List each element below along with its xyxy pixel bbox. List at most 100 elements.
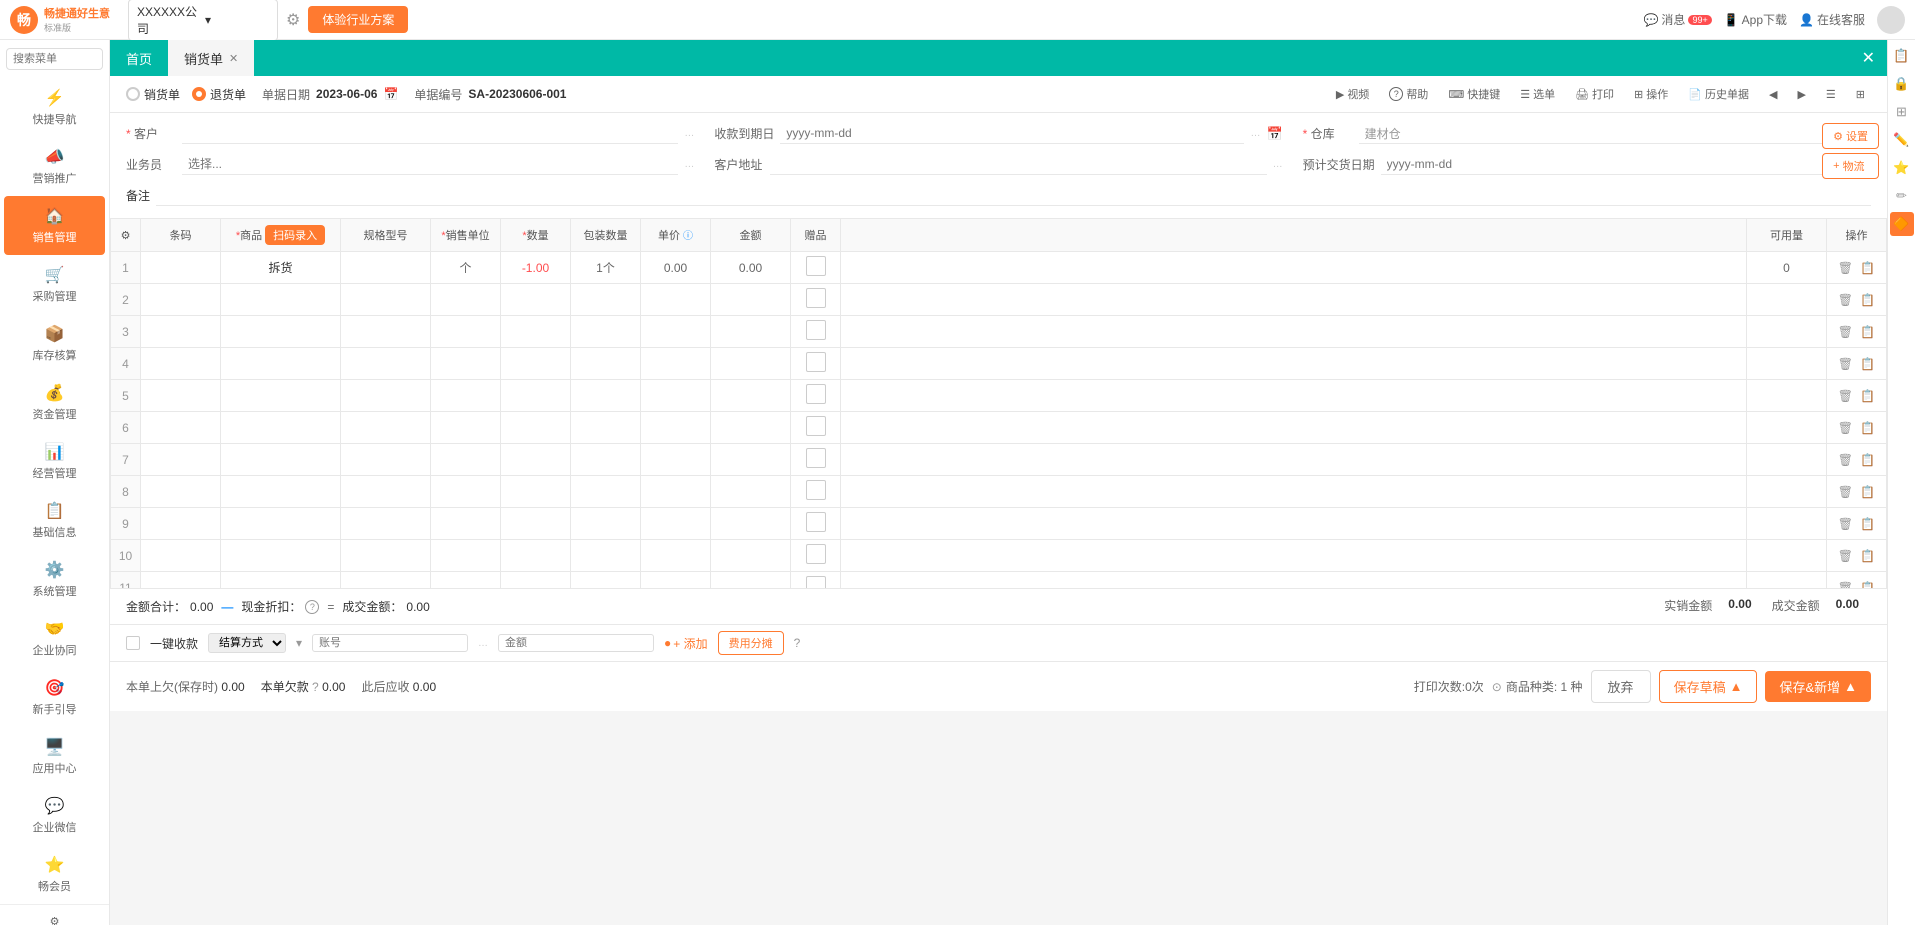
- cell-gift[interactable]: [791, 284, 841, 316]
- remarks-input[interactable]: [156, 185, 1871, 206]
- payment-help-icon[interactable]: ?: [794, 636, 801, 650]
- cell-barcode[interactable]: [141, 316, 221, 348]
- copy-icon[interactable]: 📋: [1860, 581, 1875, 589]
- cell-unit[interactable]: [431, 540, 501, 572]
- cell-product[interactable]: [221, 476, 341, 508]
- cell-product[interactable]: [221, 284, 341, 316]
- cell-pack-qty[interactable]: [571, 444, 641, 476]
- cell-spec[interactable]: [341, 444, 431, 476]
- help-icon[interactable]: ?: [305, 600, 319, 614]
- cell-barcode[interactable]: [141, 444, 221, 476]
- sidebar-item-marketing[interactable]: 📣 营销推广: [0, 137, 109, 196]
- cell-quantity[interactable]: [501, 444, 571, 476]
- delete-icon[interactable]: 🗑: [1838, 485, 1853, 499]
- payment-due-input[interactable]: [780, 123, 1244, 144]
- delete-icon[interactable]: 🗑: [1838, 421, 1853, 435]
- cell-product[interactable]: [221, 572, 341, 589]
- delete-icon[interactable]: 🗑: [1838, 389, 1853, 403]
- address-more-icon[interactable]: …: [1273, 159, 1283, 170]
- customer-input[interactable]: [182, 123, 678, 144]
- amount-input[interactable]: [498, 634, 654, 652]
- cell-amount[interactable]: [711, 508, 791, 540]
- cell-unit-price[interactable]: 0.00: [641, 252, 711, 284]
- settings-btn[interactable]: ⚙ ⚙ 设置 设置: [1822, 123, 1879, 149]
- calendar-icon[interactable]: 📅: [383, 87, 398, 101]
- cell-unit[interactable]: [431, 412, 501, 444]
- cell-quantity[interactable]: [501, 476, 571, 508]
- gift-checkbox[interactable]: [806, 288, 826, 308]
- cell-unit-price[interactable]: [641, 284, 711, 316]
- cell-amount[interactable]: 0.00: [711, 252, 791, 284]
- cell-spec[interactable]: [341, 380, 431, 412]
- tab-home[interactable]: 首页: [110, 40, 168, 76]
- cell-amount[interactable]: [711, 348, 791, 380]
- avatar[interactable]: [1877, 6, 1905, 34]
- right-panel-orange[interactable]: 🔶: [1890, 212, 1914, 236]
- cell-unit-price[interactable]: [641, 412, 711, 444]
- cell-unit-price[interactable]: [641, 348, 711, 380]
- cell-gift[interactable]: [791, 444, 841, 476]
- experience-btn[interactable]: 体验行业方案: [308, 6, 408, 33]
- gift-checkbox[interactable]: [806, 384, 826, 404]
- cell-barcode[interactable]: [141, 476, 221, 508]
- copy-icon[interactable]: 📋: [1860, 261, 1875, 275]
- cell-product[interactable]: [221, 316, 341, 348]
- cell-pack-qty[interactable]: [571, 348, 641, 380]
- cell-amount[interactable]: [711, 380, 791, 412]
- gift-checkbox[interactable]: [806, 512, 826, 532]
- copy-icon[interactable]: 📋: [1860, 389, 1875, 403]
- tab-bar-close-btn[interactable]: ✕: [1850, 40, 1887, 76]
- cell-unit-price[interactable]: [641, 316, 711, 348]
- col-settings[interactable]: ⚙: [111, 219, 141, 252]
- cell-gift[interactable]: [791, 380, 841, 412]
- gift-checkbox[interactable]: [806, 256, 826, 276]
- salesperson-input[interactable]: [182, 154, 678, 175]
- cell-amount[interactable]: [711, 540, 791, 572]
- delete-icon[interactable]: 🗑: [1838, 581, 1853, 589]
- cell-barcode[interactable]: [141, 252, 221, 284]
- cell-product[interactable]: [221, 540, 341, 572]
- cell-gift[interactable]: [791, 540, 841, 572]
- cell-unit[interactable]: [431, 316, 501, 348]
- cell-amount[interactable]: [711, 444, 791, 476]
- sidebar-settings-btn[interactable]: ⚙: [0, 905, 109, 925]
- gift-checkbox[interactable]: [806, 544, 826, 564]
- cell-pack-qty[interactable]: 1个: [571, 252, 641, 284]
- delete-icon[interactable]: 🗑: [1838, 293, 1853, 307]
- cell-spec[interactable]: [341, 508, 431, 540]
- cell-pack-qty[interactable]: [571, 316, 641, 348]
- cell-product[interactable]: 拆货: [221, 252, 341, 284]
- cell-quantity[interactable]: -1.00: [501, 252, 571, 284]
- sidebar-item-app-center[interactable]: 🖥️ 应用中心: [0, 727, 109, 786]
- cell-amount[interactable]: [711, 412, 791, 444]
- cell-spec[interactable]: [341, 252, 431, 284]
- nav-prev-btn[interactable]: ◀: [1763, 86, 1783, 103]
- gift-checkbox[interactable]: [806, 480, 826, 500]
- customer-address-input[interactable]: [770, 154, 1266, 175]
- copy-icon[interactable]: 📋: [1860, 453, 1875, 467]
- view-grid-btn[interactable]: ⊞: [1850, 86, 1871, 103]
- cell-amount[interactable]: [711, 572, 791, 589]
- cell-unit-price[interactable]: [641, 476, 711, 508]
- right-panel-edit[interactable]: ✏️: [1890, 128, 1914, 152]
- sidebar-item-member[interactable]: ⭐ 畅会员: [0, 845, 109, 904]
- right-panel-grid[interactable]: ⊞: [1890, 100, 1914, 124]
- cell-unit[interactable]: [431, 348, 501, 380]
- print-btn[interactable]: 🖨 打印: [1569, 84, 1620, 104]
- cell-product[interactable]: [221, 444, 341, 476]
- right-panel-clipboard[interactable]: 📋: [1890, 44, 1914, 68]
- delivery-date-input[interactable]: [1381, 154, 1849, 175]
- copy-icon[interactable]: 📋: [1860, 549, 1875, 563]
- nav-next-btn[interactable]: ▶: [1791, 86, 1811, 103]
- customer-more-icon[interactable]: …: [684, 128, 694, 139]
- cell-quantity[interactable]: [501, 348, 571, 380]
- online-service-btn[interactable]: 👤 在线客服: [1799, 11, 1865, 28]
- right-panel-star[interactable]: ⭐: [1890, 156, 1914, 180]
- company-selector[interactable]: XXXXXX公司 ▾: [128, 0, 278, 41]
- sidebar-item-operation[interactable]: 📊 经营管理: [0, 432, 109, 491]
- cell-pack-qty[interactable]: [571, 508, 641, 540]
- copy-icon[interactable]: 📋: [1860, 517, 1875, 531]
- cell-unit-price[interactable]: [641, 540, 711, 572]
- cell-unit-price[interactable]: [641, 444, 711, 476]
- copy-icon[interactable]: 📋: [1860, 325, 1875, 339]
